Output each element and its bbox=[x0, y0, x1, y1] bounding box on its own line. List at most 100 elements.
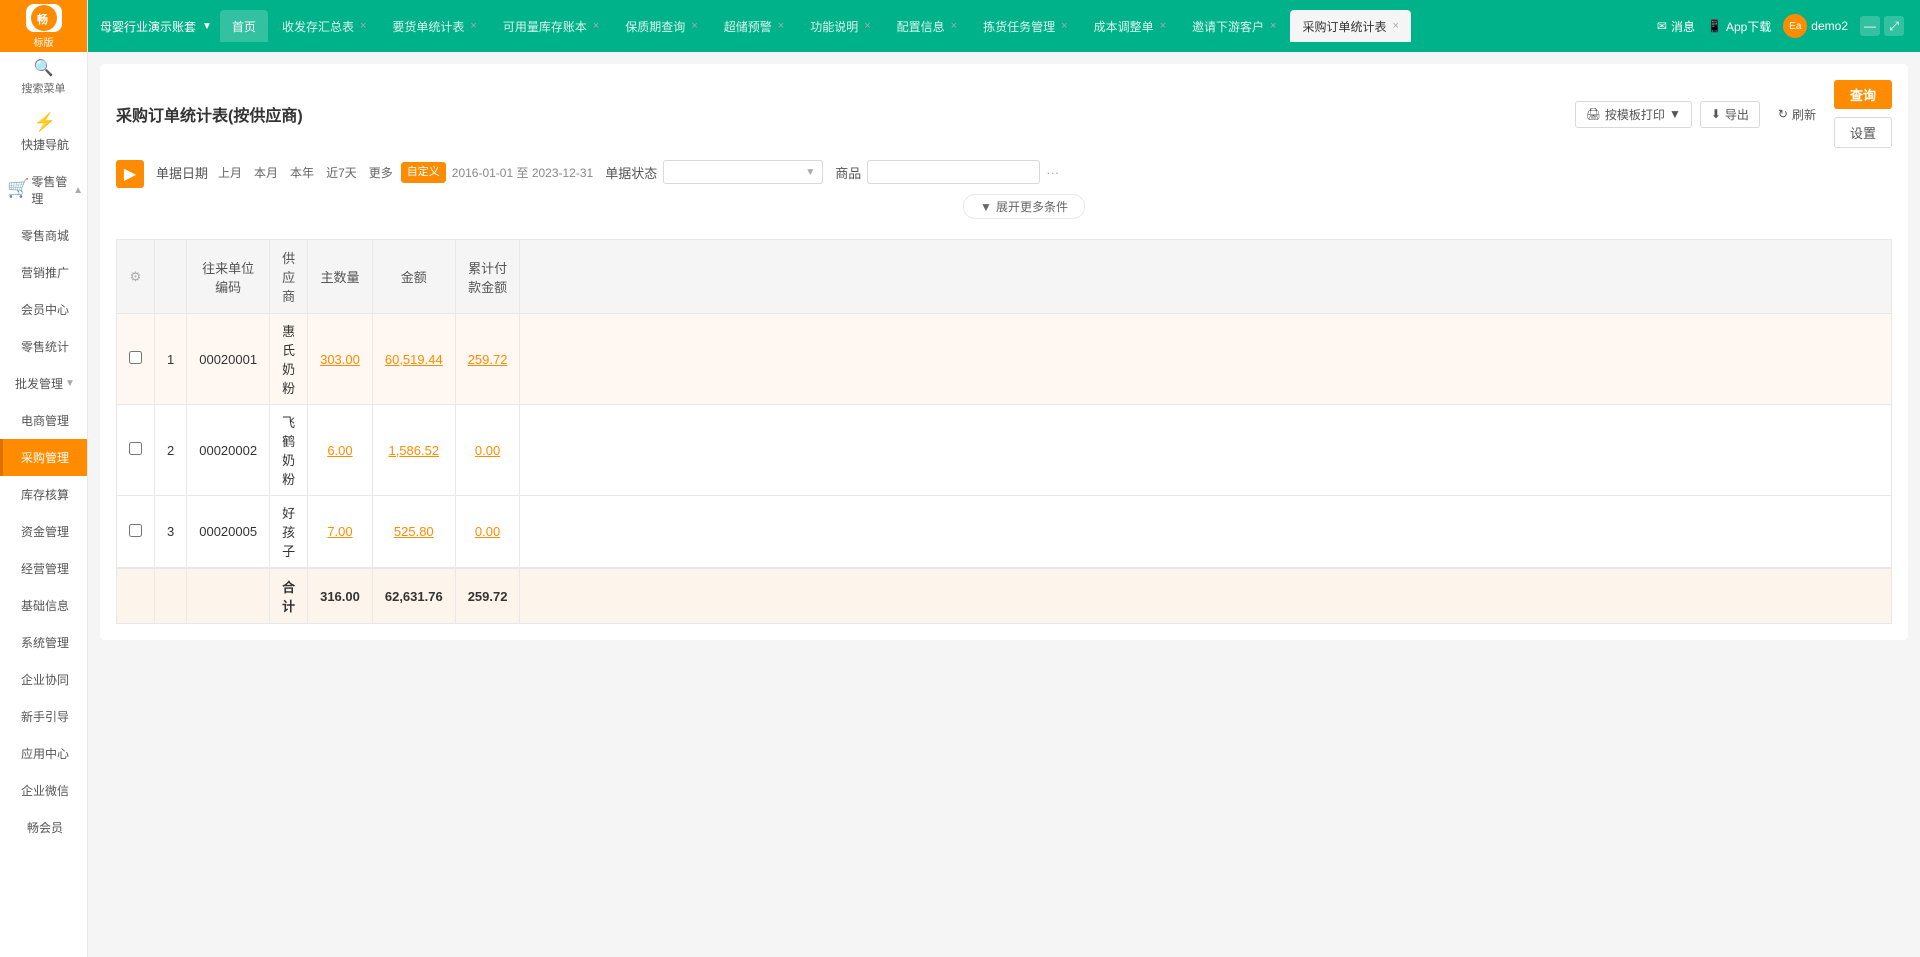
tab-cost-adjust[interactable]: 成本调整单 × bbox=[1082, 10, 1178, 42]
col-settings[interactable]: ⚙ bbox=[117, 240, 155, 314]
user-avatar[interactable]: Ea demo2 bbox=[1783, 14, 1848, 38]
refresh-button[interactable]: ↻ 刷新 bbox=[1768, 102, 1826, 127]
logo: 畅 标版 bbox=[0, 0, 87, 52]
row-2-amount[interactable]: 1,586.52 bbox=[372, 405, 455, 496]
tab-close-inventory-book[interactable]: × bbox=[593, 20, 599, 32]
tab-inventory-book[interactable]: 可用量库存账本 × bbox=[491, 10, 611, 42]
retail-icon: 🛒 bbox=[7, 178, 29, 199]
tab-close-cost-adjust[interactable]: × bbox=[1160, 20, 1166, 32]
tab-receive-send[interactable]: 收发存汇总表 × bbox=[270, 10, 378, 42]
filter-area: ▶ 单据日期 上月 本月 本年 近7天 更多 自定义 bbox=[116, 160, 1892, 231]
this-month-btn[interactable]: 本月 bbox=[250, 162, 282, 183]
search-menu-button[interactable]: 🔍 搜索菜单 bbox=[0, 52, 87, 102]
sidebar-item-basics[interactable]: 基础信息 bbox=[0, 587, 87, 624]
sidebar-item-newuser[interactable]: 新手引导 bbox=[0, 698, 87, 735]
expand-more-btn[interactable]: ▼ 展开更多条件 bbox=[963, 194, 1085, 219]
table-row: 2 00020002 飞鹤奶粉 6.00 1,586.52 0.00 bbox=[117, 405, 1892, 496]
row-3-qty[interactable]: 7.00 bbox=[308, 496, 373, 569]
tab-picking-task[interactable]: 拣货任务管理 × bbox=[971, 10, 1079, 42]
sidebar-item-retail-stat[interactable]: 零售统计 bbox=[0, 328, 87, 365]
query-button[interactable]: 查询 bbox=[1834, 80, 1892, 109]
tab-help[interactable]: 功能说明 × bbox=[798, 10, 882, 42]
row-1-extra bbox=[520, 314, 1892, 405]
row-1-qty[interactable]: 303.00 bbox=[308, 314, 373, 405]
sidebar-item-inventory[interactable]: 库存核算 bbox=[0, 476, 87, 513]
sidebar-item-finance[interactable]: 资金管理 bbox=[0, 513, 87, 550]
tab-close-expiry-query[interactable]: × bbox=[691, 20, 697, 32]
sidebar-item-marketing[interactable]: 营销推广 bbox=[0, 254, 87, 291]
print-icon: 🖨 bbox=[1586, 107, 1601, 121]
row-1-checkbox[interactable] bbox=[117, 314, 155, 405]
tab-overstock-warning[interactable]: 超储预警 × bbox=[712, 10, 796, 42]
sidebar-item-vip[interactable]: 畅会员 bbox=[0, 809, 87, 846]
sidebar-item-shortcut[interactable]: ⚡ 快捷导航 bbox=[0, 102, 87, 163]
sidebar-item-ecommerce[interactable]: 电商管理 bbox=[0, 402, 87, 439]
export-icon: ⬇ bbox=[1711, 107, 1721, 121]
row-3-paid-amount[interactable]: 0.00 bbox=[455, 496, 520, 569]
sidebar-item-enterprise[interactable]: 企业协同 bbox=[0, 661, 87, 698]
row-3-check[interactable] bbox=[129, 524, 142, 537]
app-download-button[interactable]: 📱 App下载 bbox=[1707, 18, 1771, 35]
tab-invite-downstream[interactable]: 邀请下游客户 × bbox=[1180, 10, 1288, 42]
message-button[interactable]: ✉ 消息 bbox=[1657, 18, 1695, 35]
message-icon: ✉ bbox=[1657, 19, 1667, 33]
sidebar-item-system[interactable]: 系统管理 bbox=[0, 624, 87, 661]
toggle-filter-button[interactable]: ▶ bbox=[116, 160, 144, 188]
print-arrow-icon: ▼ bbox=[1669, 107, 1681, 121]
sidebar-item-purchase[interactable]: 采购管理 bbox=[0, 439, 87, 476]
tab-close-invite-downstream[interactable]: × bbox=[1270, 20, 1276, 32]
tab-expiry-query[interactable]: 保质期查询 × bbox=[613, 10, 709, 42]
export-button[interactable]: ⬇ 导出 bbox=[1700, 101, 1760, 128]
sidebar-item-appcenter[interactable]: 应用中心 bbox=[0, 735, 87, 772]
tab-close-help[interactable]: × bbox=[864, 20, 870, 32]
print-button[interactable]: 🖨 按模板打印 ▼ bbox=[1575, 101, 1692, 128]
last-month-btn[interactable]: 上月 bbox=[214, 162, 246, 183]
row-3-amount[interactable]: 525.80 bbox=[372, 496, 455, 569]
more-btn[interactable]: 更多 bbox=[365, 162, 397, 183]
tab-home[interactable]: 首页 bbox=[220, 10, 268, 42]
tab-purchase-stat[interactable]: 采购订单统计表 × bbox=[1290, 10, 1410, 42]
tab-close-overstock-warning[interactable]: × bbox=[778, 20, 784, 32]
sidebar-nav: ⚡ 快捷导航 🛒 零售管理 ▲ 零售商城 营销推广 会员中心 零售统计 批发管理… bbox=[0, 102, 87, 846]
row-2-paid-amount[interactable]: 0.00 bbox=[455, 405, 520, 496]
row-1-check[interactable] bbox=[129, 351, 142, 364]
sidebar-item-operations[interactable]: 经营管理 bbox=[0, 550, 87, 587]
tab-close-config[interactable]: × bbox=[951, 20, 957, 32]
sidebar-item-retail-shop[interactable]: 零售商城 bbox=[0, 217, 87, 254]
status-select[interactable] bbox=[663, 160, 823, 184]
setting-button[interactable]: 设置 bbox=[1834, 117, 1892, 148]
tab-close-order-stat[interactable]: × bbox=[470, 20, 476, 32]
row-2-checkbox[interactable] bbox=[117, 405, 155, 496]
col-seq bbox=[155, 240, 187, 314]
table-settings-icon[interactable]: ⚙ bbox=[130, 269, 142, 284]
tab-order-stat[interactable]: 要货单统计表 × bbox=[380, 10, 488, 42]
table-row: 1 00020001 惠氏奶粉 303.00 60,519.44 259.72 bbox=[117, 314, 1892, 405]
7days-btn[interactable]: 近7天 bbox=[322, 162, 361, 183]
row-3-checkbox[interactable] bbox=[117, 496, 155, 569]
topbar-tabs: 首页 收发存汇总表 × 要货单统计表 × 可用量库存账本 × 保质期查询 × 超… bbox=[220, 10, 1657, 42]
search-icon: 🔍 bbox=[34, 58, 54, 78]
sidebar-item-member[interactable]: 会员中心 bbox=[0, 291, 87, 328]
custom-date-badge[interactable]: 自定义 bbox=[401, 162, 446, 183]
page-card: 采购订单统计表(按供应商) 🖨 按模板打印 ▼ ⬇ 导出 ↻ 刷新 bbox=[100, 64, 1908, 640]
row-2-qty[interactable]: 6.00 bbox=[308, 405, 373, 496]
sidebar-search[interactable]: 🔍 搜索菜单 bbox=[0, 52, 87, 102]
row-1-amount[interactable]: 60,519.44 bbox=[372, 314, 455, 405]
this-year-btn[interactable]: 本年 bbox=[286, 162, 318, 183]
tab-close-picking-task[interactable]: × bbox=[1061, 20, 1067, 32]
tab-config[interactable]: 配置信息 × bbox=[885, 10, 969, 42]
minimize-button[interactable]: — bbox=[1860, 16, 1880, 36]
sidebar-item-wholesale[interactable]: 批发管理 ▼ bbox=[0, 365, 87, 402]
col-amount: 金额 bbox=[372, 240, 455, 314]
row-2-check[interactable] bbox=[129, 442, 142, 455]
tab-close-receive-send[interactable]: × bbox=[360, 20, 366, 32]
sidebar-item-retail[interactable]: 🛒 零售管理 ▲ bbox=[0, 163, 87, 217]
sidebar-item-wechat[interactable]: 企业微信 bbox=[0, 772, 87, 809]
row-1-paid-amount[interactable]: 259.72 bbox=[455, 314, 520, 405]
tab-close-purchase-stat[interactable]: × bbox=[1392, 20, 1398, 32]
goods-input[interactable] bbox=[867, 160, 1040, 184]
row-2-seq: 2 bbox=[155, 405, 187, 496]
goods-more-icon[interactable]: ··· bbox=[1046, 165, 1059, 180]
date-filter-group: 单据日期 上月 本月 本年 近7天 更多 自定义 2016-01-01 至 20… bbox=[156, 162, 593, 183]
maximize-button[interactable]: ⤢ bbox=[1884, 16, 1904, 36]
